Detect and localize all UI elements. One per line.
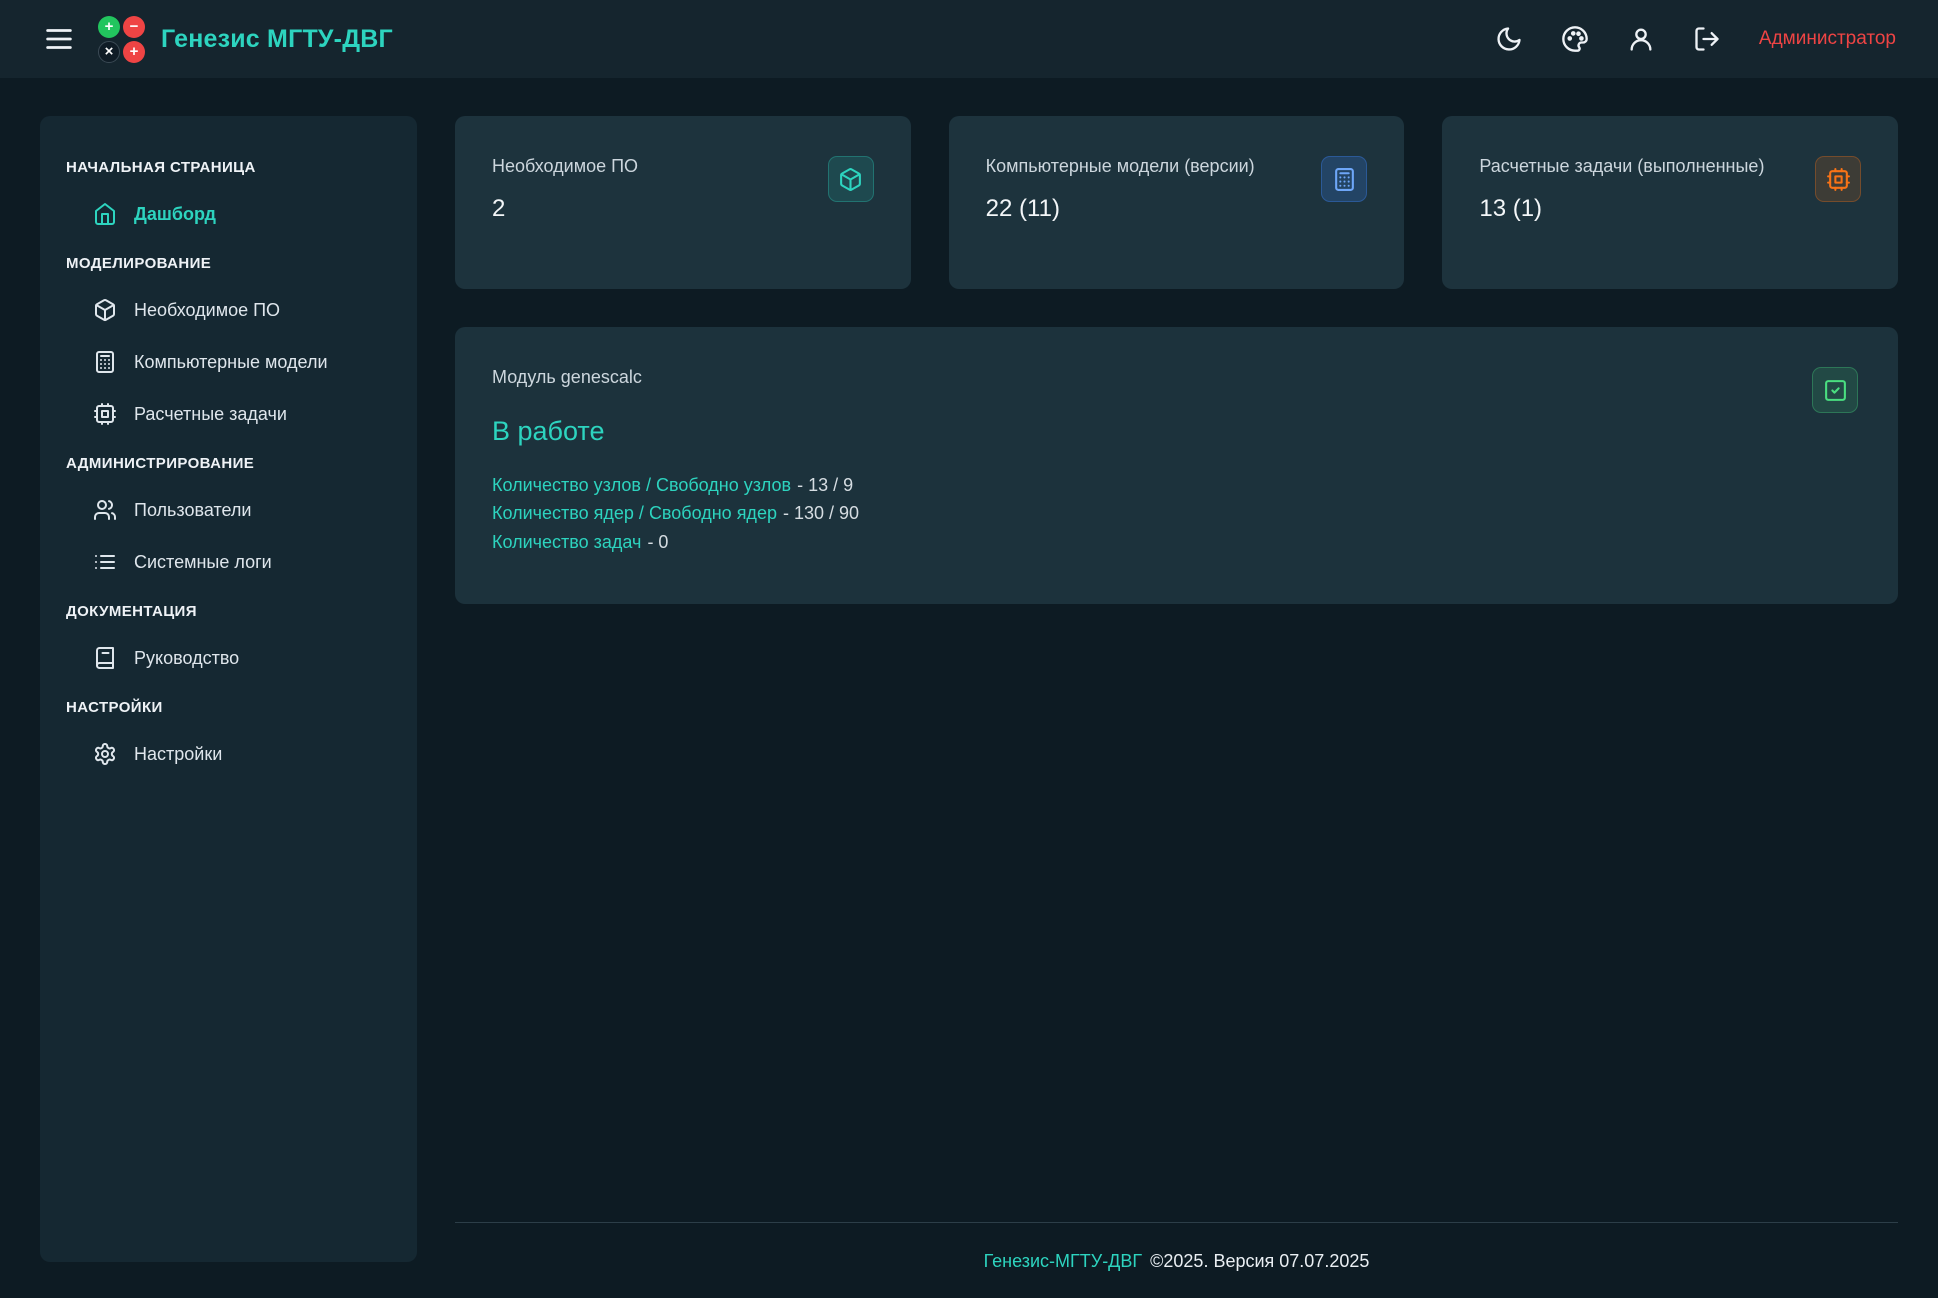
sidebar-item-label: Настройки — [134, 743, 223, 764]
menu-icon[interactable] — [42, 22, 76, 56]
sidebar-section-administration: АДМИНИСТРИРОВАНИЕ — [66, 455, 255, 472]
logo-plus2-icon: + — [123, 40, 145, 63]
stat-value: 22 (11) — [985, 195, 1060, 222]
metric-value: - 130 / 90 — [782, 503, 860, 524]
sidebar-section-documentation: ДОКУМЕНТАЦИЯ — [66, 603, 197, 620]
module-genescalc-card: Модуль genescalc В работе Количество узл… — [455, 327, 1898, 605]
stat-label: Расчетные задачи (выполненные) — [1479, 156, 1765, 176]
sidebar-item-calculation-tasks[interactable]: Расчетные задачи — [40, 388, 417, 440]
logo-multiply-icon: × — [98, 40, 120, 63]
stat-value: 13 (1) — [1479, 195, 1543, 222]
gear-icon — [93, 742, 117, 766]
sidebar-item-label: Расчетные задачи — [134, 403, 287, 424]
footer: Генезис-МГТУ-ДВГ ©2025. Версия 07.07.2025 — [455, 1222, 1898, 1298]
logo-plus-icon: + — [98, 15, 120, 38]
book-icon — [93, 646, 117, 670]
sidebar-item-dashboard[interactable]: Дашборд — [40, 188, 417, 240]
stats-row: Необходимое ПО 2 Компьютерные модели (ве… — [455, 116, 1899, 289]
metric-nodes: Количество узлов / Свободно узлов - 13 / … — [492, 471, 1861, 499]
footer-copyright: ©2025. Версия 07.07.2025 — [1150, 1251, 1370, 1271]
metric-value: - 13 / 9 — [797, 475, 854, 495]
metric-tasks: Количество задач - 0 — [492, 528, 1861, 556]
cpu-icon — [1815, 156, 1862, 202]
app-title: Генезис МГТУ-ДВГ — [161, 24, 393, 53]
sidebar-item-users[interactable]: Пользователи — [40, 484, 417, 536]
user-role-label: Администратор — [1758, 28, 1896, 49]
calculator-icon — [1321, 156, 1368, 202]
cpu-icon — [93, 402, 117, 426]
sidebar-item-label: Необходимое ПО — [134, 299, 281, 320]
sidebar: НАЧАЛЬНАЯ СТРАНИЦА Дашборд МОДЕЛИРОВАНИЕ… — [40, 116, 417, 1262]
check-square-icon — [1812, 367, 1858, 413]
sidebar-item-label: Дашборд — [134, 203, 216, 224]
page-layout: НАЧАЛЬНАЯ СТРАНИЦА Дашборд МОДЕЛИРОВАНИЕ… — [0, 78, 1938, 1298]
module-status: В работе — [492, 416, 605, 446]
sidebar-item-settings[interactable]: Настройки — [40, 728, 417, 780]
metric-value: - 0 — [647, 531, 669, 552]
home-icon — [93, 202, 117, 226]
dark-mode-toggle-icon[interactable] — [1495, 25, 1523, 53]
main-content: Необходимое ПО 2 Компьютерные модели (ве… — [455, 116, 1899, 1298]
logo-minus-icon: − — [123, 15, 145, 38]
sidebar-item-system-logs[interactable]: Системные логи — [40, 536, 417, 588]
sidebar-item-required-software[interactable]: Необходимое ПО — [40, 284, 417, 336]
sidebar-item-label: Руководство — [134, 647, 240, 668]
cube-icon — [827, 156, 874, 202]
sidebar-item-manual[interactable]: Руководство — [40, 632, 417, 684]
stat-card-required-software: Необходимое ПО 2 — [455, 116, 911, 289]
metric-label: Количество узлов / Свободно узлов — [492, 475, 792, 495]
stat-value: 2 — [492, 195, 506, 222]
stat-label: Компьютерные модели (версии) — [985, 156, 1255, 176]
stat-card-computer-models: Компьютерные модели (версии) 22 (11) — [948, 116, 1405, 289]
user-profile-icon[interactable] — [1627, 25, 1655, 53]
users-icon — [93, 498, 117, 522]
sidebar-item-label: Системные логи — [134, 551, 272, 572]
app-logo: + − × + — [98, 15, 145, 63]
theme-palette-icon[interactable] — [1561, 25, 1589, 53]
stat-label: Необходимое ПО — [492, 156, 639, 176]
stat-card-calculation-tasks: Расчетные задачи (выполненные) 13 (1) — [1442, 116, 1899, 289]
header-actions: Администратор — [1495, 25, 1896, 53]
sidebar-item-label: Компьютерные модели — [134, 351, 328, 372]
module-metrics: Количество узлов / Свободно узлов - 13 / … — [492, 471, 1861, 556]
metric-label: Количество задач — [492, 531, 642, 552]
metric-label: Количество ядер / Свободно ядер — [492, 503, 777, 524]
metric-cores: Количество ядер / Свободно ядер - 130 / 9… — [492, 499, 1861, 527]
sidebar-section-modeling: МОДЕЛИРОВАНИЕ — [66, 255, 212, 272]
sidebar-item-label: Пользователи — [134, 499, 252, 520]
sidebar-section-settings: НАСТРОЙКИ — [66, 699, 163, 716]
package-icon — [93, 298, 117, 322]
top-bar: + − × + Генезис МГТУ-ДВГ Администратор — [0, 0, 1938, 78]
logout-icon[interactable] — [1693, 25, 1721, 53]
sidebar-item-computer-models[interactable]: Компьютерные модели — [40, 336, 417, 388]
module-title: Модуль genescalc — [492, 367, 642, 387]
calculator-icon — [93, 350, 117, 374]
sidebar-section-home: НАЧАЛЬНАЯ СТРАНИЦА — [66, 159, 256, 176]
list-icon — [93, 550, 117, 574]
footer-brand: Генезис-МГТУ-ДВГ — [983, 1251, 1143, 1271]
